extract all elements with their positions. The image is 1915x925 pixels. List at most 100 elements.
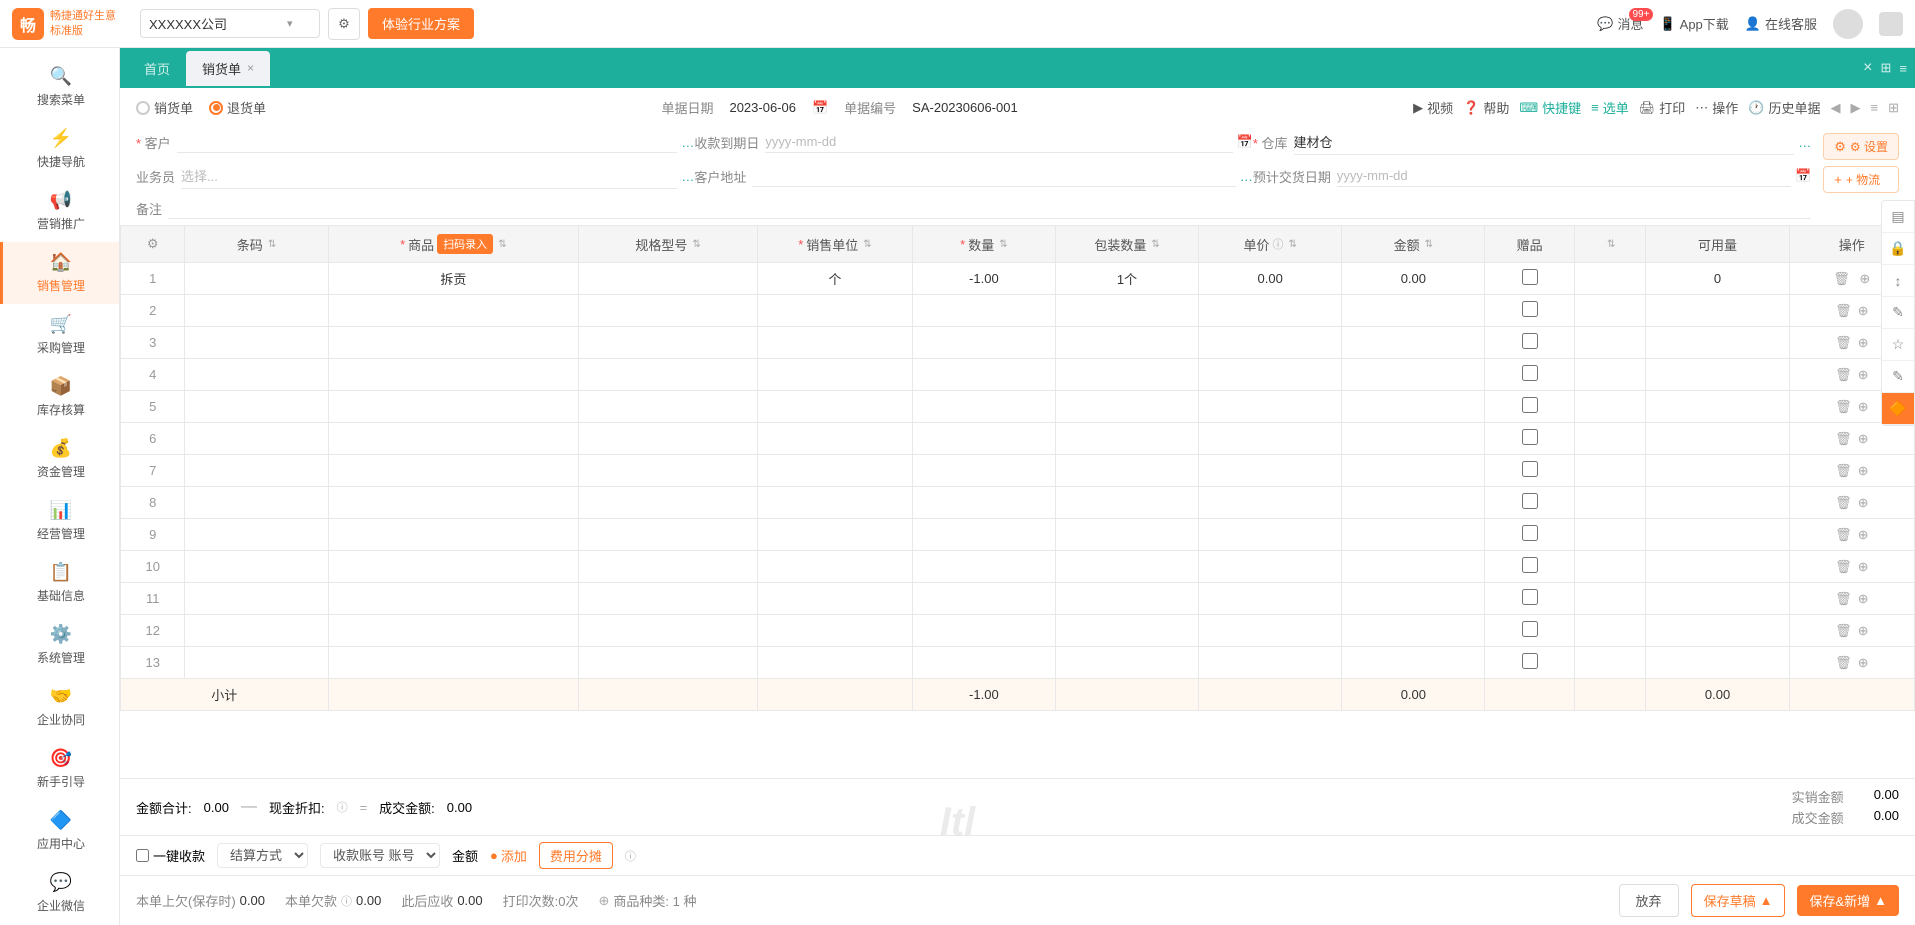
sidebar-item-inventory[interactable]: 📦 库存核算 bbox=[0, 366, 119, 428]
delete-icon[interactable]: 🗑 bbox=[1835, 655, 1852, 670]
copy-icon[interactable]: ⊕ bbox=[1858, 335, 1869, 350]
right-tool-sort[interactable]: ↕ bbox=[1882, 265, 1914, 297]
gift-checkbox[interactable] bbox=[1522, 461, 1538, 477]
sidebar-item-marketing[interactable]: 📢 营销推广 bbox=[0, 180, 119, 242]
expected-date-input[interactable]: yyyy-mm-dd bbox=[1337, 165, 1791, 187]
action-operate[interactable]: ⋯ 操作 bbox=[1695, 98, 1738, 117]
sidebar-item-wechat[interactable]: 💬 企业微信 bbox=[0, 862, 119, 924]
delete-icon[interactable]: 🗑 bbox=[1835, 527, 1852, 542]
copy-icon[interactable]: ⊕ bbox=[1858, 303, 1869, 318]
avatar[interactable] bbox=[1833, 9, 1863, 39]
row-pkgqty[interactable]: 1个 bbox=[1055, 263, 1198, 295]
copy-icon[interactable]: ⊕ bbox=[1858, 399, 1869, 414]
spec-sort-icon[interactable]: ⇅ bbox=[692, 239, 700, 250]
view-grid-icon[interactable]: ⊞ bbox=[1888, 100, 1899, 116]
unit-sort-icon[interactable]: ⇅ bbox=[863, 239, 871, 250]
app-download-button[interactable]: 📱 App下载 bbox=[1659, 14, 1728, 33]
action-video[interactable]: ▶ 视频 bbox=[1413, 98, 1453, 117]
delete-icon[interactable]: 🗑 bbox=[1835, 431, 1852, 446]
copy-icon[interactable]: ⊕ bbox=[1858, 591, 1869, 606]
tab-expand-icon[interactable]: × bbox=[1863, 59, 1872, 77]
col-header-gear[interactable]: ⚙ bbox=[121, 226, 185, 263]
right-tool-orange[interactable]: 🔶 bbox=[1882, 393, 1914, 425]
row-product[interactable]: 拆贡 bbox=[328, 263, 579, 295]
delete-icon[interactable]: 🗑 bbox=[1835, 463, 1852, 478]
pay-method-select[interactable]: 结算方式 bbox=[217, 843, 308, 868]
right-tool-lock[interactable]: 🔒 bbox=[1882, 233, 1914, 265]
expense-split-button[interactable]: 费用分摊 bbox=[539, 842, 613, 869]
row-qty[interactable]: -1.00 bbox=[912, 263, 1055, 295]
action-shortcut[interactable]: ⌨ 快捷键 bbox=[1519, 98, 1581, 117]
add-payment-button[interactable]: ● 添加 bbox=[490, 846, 527, 865]
sidebar-item-sales[interactable]: 🏠 销售管理 bbox=[0, 242, 119, 304]
one-click-pay-checkbox[interactable]: 一键收款 bbox=[136, 846, 205, 865]
sidebar-item-quicknav[interactable]: ⚡ 快捷导航 bbox=[0, 118, 119, 180]
delete-icon[interactable]: 🗑 bbox=[1833, 271, 1850, 286]
customer-addr-input[interactable] bbox=[752, 165, 1235, 187]
copy-icon[interactable]: ⊕ bbox=[1858, 463, 1869, 478]
pay-checkbox-input[interactable] bbox=[136, 849, 149, 862]
gift-checkbox[interactable] bbox=[1522, 589, 1538, 605]
right-tool-table[interactable]: ▤ bbox=[1882, 201, 1914, 233]
sidebar-item-app-center[interactable]: 🔷 应用中心 bbox=[0, 800, 119, 862]
gift-checkbox[interactable] bbox=[1522, 269, 1538, 285]
save-new-button[interactable]: 保存&新增 ▲ bbox=[1797, 885, 1899, 916]
action-print[interactable]: 🖨 打印 bbox=[1639, 98, 1686, 117]
discard-button[interactable]: 放弃 bbox=[1619, 884, 1679, 917]
radio-sales-order[interactable]: 销货单 bbox=[136, 98, 193, 117]
row-price[interactable]: 0.00 bbox=[1199, 263, 1342, 295]
customer-input[interactable] bbox=[177, 131, 678, 153]
delete-icon[interactable]: 🗑 bbox=[1835, 367, 1852, 382]
qty-sort-icon[interactable]: ⇅ bbox=[999, 239, 1007, 250]
copy-icon[interactable]: ⊕ bbox=[1858, 655, 1869, 670]
row-amount[interactable]: 0.00 bbox=[1342, 263, 1485, 295]
copy-icon[interactable]: ⊕ bbox=[1858, 495, 1869, 510]
company-selector[interactable]: XXXXXX公司 ▾ bbox=[140, 9, 320, 38]
product-sort-icon[interactable]: ⇅ bbox=[498, 239, 506, 250]
gift-checkbox[interactable] bbox=[1522, 397, 1538, 413]
row-spec[interactable] bbox=[579, 263, 758, 295]
sidebar-item-operations[interactable]: 📊 经营管理 bbox=[0, 490, 119, 552]
warehouse-dots[interactable]: … bbox=[1798, 135, 1811, 150]
price-sort-icon[interactable]: ⇅ bbox=[1289, 239, 1297, 250]
delete-icon[interactable]: 🗑 bbox=[1835, 559, 1852, 574]
row-memo[interactable] bbox=[1574, 263, 1646, 295]
sidebar-item-guide[interactable]: 🎯 新手引导 bbox=[0, 738, 119, 800]
gift-checkbox[interactable] bbox=[1522, 429, 1538, 445]
tab-grid-icon[interactable]: ⊞ bbox=[1881, 60, 1892, 76]
row-barcode[interactable] bbox=[185, 263, 328, 295]
tab-sales-order[interactable]: 销货单 × bbox=[186, 51, 270, 86]
gift-checkbox[interactable] bbox=[1522, 493, 1538, 509]
sidebar-item-system[interactable]: ⚙️ 系统管理 bbox=[0, 614, 119, 676]
warehouse-value[interactable]: 建材仓 bbox=[1294, 129, 1795, 155]
salesman-input[interactable]: 选择... bbox=[181, 163, 677, 189]
view-list-icon[interactable]: ≡ bbox=[1870, 100, 1878, 115]
addr-dots[interactable]: … bbox=[1240, 169, 1253, 184]
right-tool-edit[interactable]: ✎ bbox=[1882, 297, 1914, 329]
gift-checkbox[interactable] bbox=[1522, 621, 1538, 637]
remarks-input[interactable] bbox=[168, 197, 1811, 219]
gift-checkbox[interactable] bbox=[1522, 557, 1538, 573]
setting-button[interactable]: ⚙ ⚙ 设置 bbox=[1823, 133, 1899, 160]
row-gift[interactable] bbox=[1485, 263, 1574, 295]
delete-icon[interactable]: 🗑 bbox=[1835, 335, 1852, 350]
logistics-button[interactable]: + + 物流 bbox=[1823, 166, 1899, 193]
copy-icon[interactable]: ⊕ bbox=[1859, 271, 1870, 286]
gift-checkbox[interactable] bbox=[1522, 653, 1538, 669]
tab-list-icon[interactable]: ≡ bbox=[1899, 61, 1907, 76]
sidebar-item-basic-info[interactable]: 📋 基础信息 bbox=[0, 552, 119, 614]
message-button[interactable]: 💬 消息 99+ bbox=[1597, 14, 1643, 33]
amount-sort-icon[interactable]: ⇅ bbox=[1425, 239, 1433, 250]
nav-next-icon[interactable]: ▶ bbox=[1850, 100, 1860, 116]
barcode-sort-icon[interactable]: ⇅ bbox=[268, 239, 276, 250]
radio-return-order[interactable]: 退货单 bbox=[209, 98, 266, 117]
delete-icon[interactable]: 🗑 bbox=[1835, 623, 1852, 638]
copy-icon[interactable]: ⊕ bbox=[1858, 367, 1869, 382]
save-draft-button[interactable]: 保存草稿 ▲ bbox=[1691, 884, 1786, 917]
delete-icon[interactable]: 🗑 bbox=[1835, 495, 1852, 510]
date-picker-icon[interactable]: 📅 bbox=[812, 100, 828, 116]
settings-gear-button[interactable]: ⚙ bbox=[328, 8, 360, 40]
copy-icon[interactable]: ⊕ bbox=[1858, 559, 1869, 574]
scan-button[interactable]: 扫码录入 bbox=[437, 234, 493, 254]
action-select[interactable]: ≡ 选单 bbox=[1591, 98, 1629, 117]
